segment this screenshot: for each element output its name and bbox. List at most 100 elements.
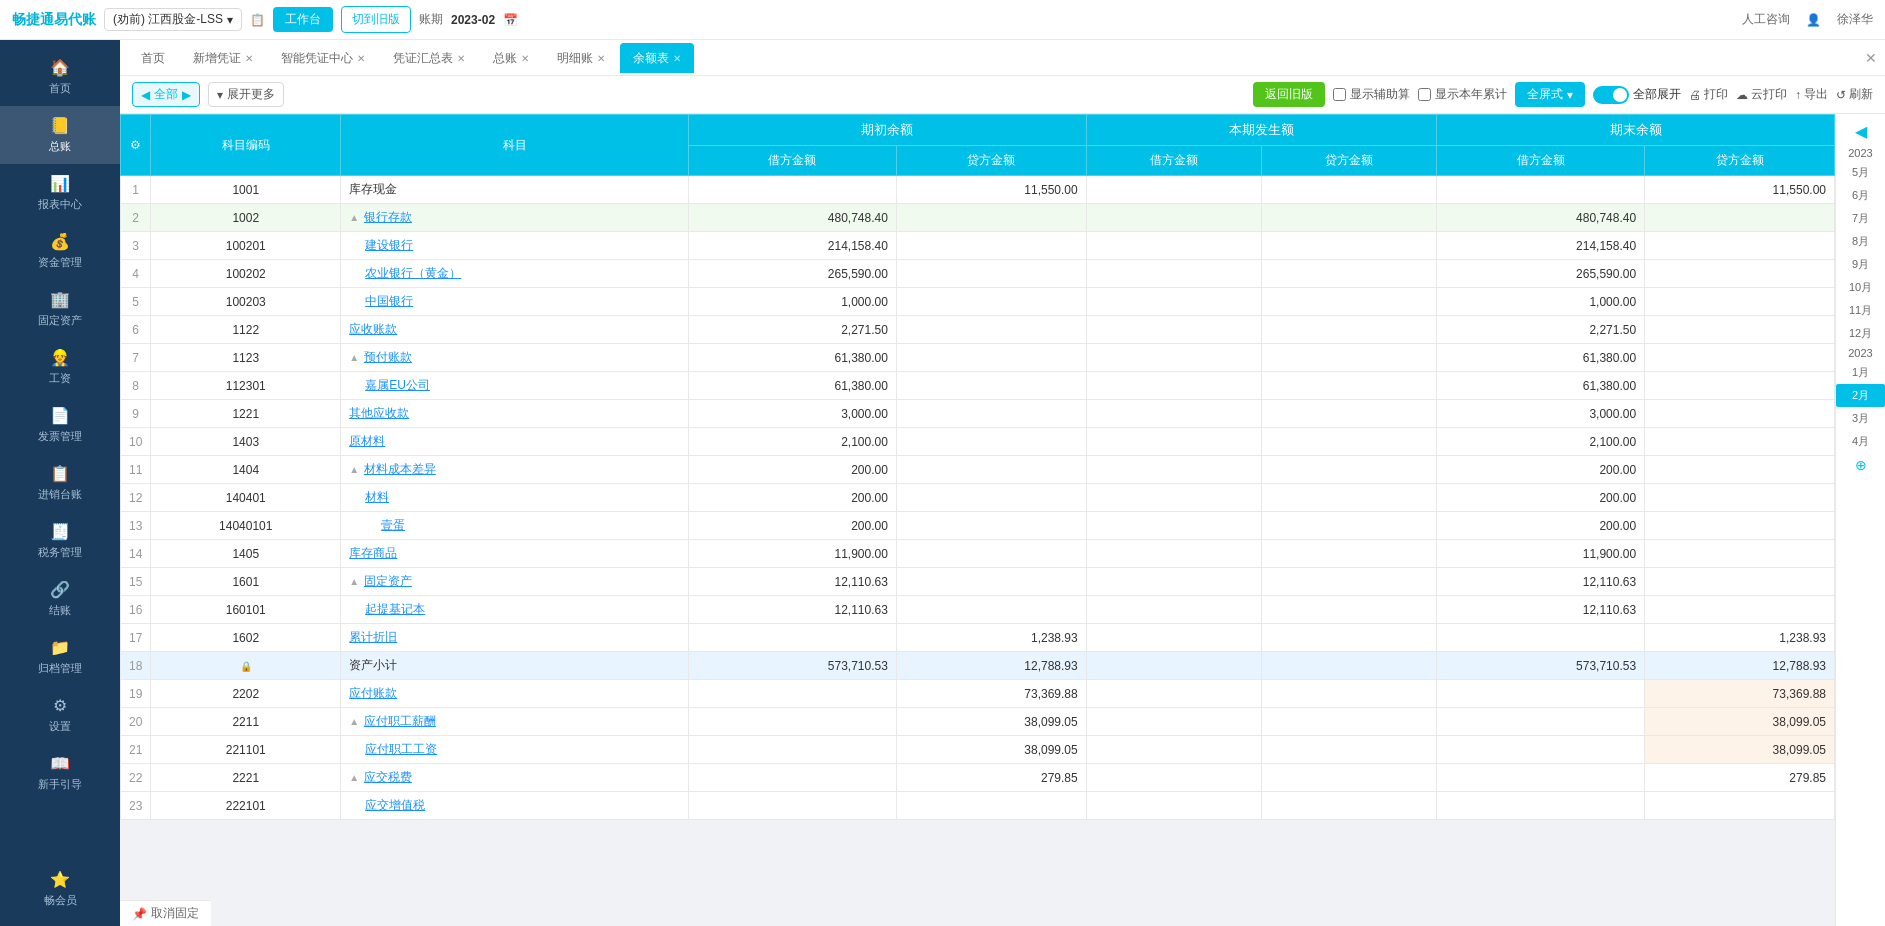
month-9[interactable]: 9月 (1836, 253, 1885, 276)
expand-icon[interactable]: ▲ (349, 716, 362, 727)
row-amount (1645, 316, 1835, 344)
show-ytd-input[interactable] (1418, 88, 1431, 101)
table-body: 11001库存现金11,550.0011,550.0021002▲ 银行存款48… (121, 176, 1835, 820)
row-name[interactable]: ▲ 固定资产 (341, 568, 689, 596)
tab-voucher-summary[interactable]: 凭证汇总表 ✕ (380, 43, 478, 73)
row-name[interactable]: 起提基记本 (341, 596, 689, 624)
row-name[interactable]: 壹蛋 (341, 512, 689, 540)
sidebar-item-tax[interactable]: 🧾 税务管理 (0, 512, 120, 570)
month-11[interactable]: 11月 (1836, 299, 1885, 322)
sidebar-item-archive[interactable]: 📁 归档管理 (0, 628, 120, 686)
expand-icon[interactable]: ▲ (349, 352, 362, 363)
workbench-button[interactable]: 工作台 (273, 7, 333, 32)
switch-version-button[interactable]: 切到旧版 (341, 6, 411, 33)
tab-detail-ledger[interactable]: 明细账 ✕ (544, 43, 618, 73)
row-name[interactable]: ▲ 银行存款 (341, 204, 689, 232)
sidebar-item-close[interactable]: 🔗 结账 (0, 570, 120, 628)
export-button[interactable]: ↑ 导出 (1795, 86, 1828, 103)
tab-new-voucher[interactable]: 新增凭证 ✕ (180, 43, 266, 73)
row-code: 100202 (151, 260, 341, 288)
show-aux-checkbox[interactable]: 显示辅助算 (1333, 86, 1410, 103)
close-all-tabs[interactable]: ✕ (1865, 50, 1877, 66)
sidebar-expand-icon[interactable]: ◀ (1855, 122, 1867, 141)
row-name[interactable]: ▲ 应付职工薪酬 (341, 708, 689, 736)
row-amount (1262, 344, 1437, 372)
row-amount (896, 792, 1086, 820)
tab-general-ledger[interactable]: 总账 ✕ (480, 43, 542, 73)
sidebar-item-reports[interactable]: 📊 报表中心 (0, 164, 120, 222)
month-6[interactable]: 6月 (1836, 184, 1885, 207)
month-10[interactable]: 10月 (1836, 276, 1885, 299)
expand-icon[interactable]: ▲ (349, 212, 362, 223)
sidebar-item-invoice[interactable]: 📄 发票管理 (0, 396, 120, 454)
row-name[interactable]: 建设银行 (341, 232, 689, 260)
month-4[interactable]: 4月 (1836, 430, 1885, 453)
print-button[interactable]: 🖨 打印 (1689, 86, 1728, 103)
user-name[interactable]: 徐泽华 (1837, 11, 1873, 28)
tab-smart-voucher[interactable]: 智能凭证中心 ✕ (268, 43, 378, 73)
show-aux-input[interactable] (1333, 88, 1346, 101)
row-name[interactable]: 材料 (341, 484, 689, 512)
return-old-version-button[interactable]: 返回旧版 (1253, 82, 1325, 107)
sidebar-item-ledger[interactable]: 📒 总账 (0, 106, 120, 164)
tab-smart-voucher-close[interactable]: ✕ (357, 53, 365, 64)
month-12[interactable]: 12月 (1836, 322, 1885, 345)
filter-all-button[interactable]: ◀ 全部 ▶ (132, 82, 200, 107)
row-amount (1086, 568, 1261, 596)
cloud-print-button[interactable]: ☁ 云打印 (1736, 86, 1787, 103)
expand-icon[interactable]: ▲ (349, 576, 362, 587)
toggle-switch[interactable] (1593, 86, 1629, 104)
row-name[interactable]: 库存商品 (341, 540, 689, 568)
row-name[interactable]: 其他应收款 (341, 400, 689, 428)
tab-balance-close[interactable]: ✕ (673, 53, 681, 64)
row-name[interactable]: 农业银行（黄金） (341, 260, 689, 288)
month-3[interactable]: 3月 (1836, 407, 1885, 430)
month-8[interactable]: 8月 (1836, 230, 1885, 253)
th-config[interactable]: ⚙ (121, 115, 151, 176)
sidebar-item-guide[interactable]: 📖 新手引导 (0, 744, 120, 802)
row-name[interactable]: 应交增值税 (341, 792, 689, 820)
sidebar-item-assets[interactable]: 🏢 固定资产 (0, 280, 120, 338)
sidebar-item-salary[interactable]: 👷 工资 (0, 338, 120, 396)
row-code: 2211 (151, 708, 341, 736)
expand-more-button[interactable]: ▾ 展开更多 (208, 82, 284, 107)
consult-label[interactable]: 人工咨询 (1742, 11, 1790, 28)
sidebar-item-home[interactable]: 🏠 首页 (0, 48, 120, 106)
row-name[interactable]: ▲ 预付账款 (341, 344, 689, 372)
row-name[interactable]: 中国银行 (341, 288, 689, 316)
tab-home[interactable]: 首页 (128, 43, 178, 73)
row-num: 5 (121, 288, 151, 316)
row-name[interactable]: 原材料 (341, 428, 689, 456)
refresh-button[interactable]: ↺ 刷新 (1836, 86, 1873, 103)
row-num: 23 (121, 792, 151, 820)
show-ytd-checkbox[interactable]: 显示本年累计 (1418, 86, 1507, 103)
month-1[interactable]: 1月 (1836, 361, 1885, 384)
tab-general-ledger-close[interactable]: ✕ (521, 53, 529, 64)
calendar-icon[interactable]: 📅 (503, 13, 518, 27)
full-mode-button[interactable]: 全屏式 ▾ (1515, 82, 1585, 107)
row-name[interactable]: 应付职工工资 (341, 736, 689, 764)
month-2[interactable]: 2月 (1836, 384, 1885, 407)
month-7[interactable]: 7月 (1836, 207, 1885, 230)
tab-detail-ledger-close[interactable]: ✕ (597, 53, 605, 64)
expand-icon[interactable]: ▲ (349, 464, 362, 475)
sidebar-item-member[interactable]: ⭐ 畅会员 (0, 860, 120, 918)
sidebar-item-settings[interactable]: ⚙ 设置 (0, 686, 120, 744)
row-name[interactable]: 累计折旧 (341, 624, 689, 652)
tab-voucher-summary-close[interactable]: ✕ (457, 53, 465, 64)
month-5[interactable]: 5月 (1836, 161, 1885, 184)
sidebar-item-sales[interactable]: 📋 进销台账 (0, 454, 120, 512)
tab-new-voucher-close[interactable]: ✕ (245, 53, 253, 64)
row-name[interactable]: 应收账款 (341, 316, 689, 344)
copy-icon[interactable]: 📋 (250, 13, 265, 27)
tab-balance[interactable]: 余额表 ✕ (620, 43, 694, 73)
row-name[interactable]: ▲ 应交税费 (341, 764, 689, 792)
row-amount (896, 232, 1086, 260)
row-name[interactable]: 应付账款 (341, 680, 689, 708)
add-period-icon[interactable]: ⊕ (1855, 453, 1867, 477)
row-name[interactable]: 嘉属EU公司 (341, 372, 689, 400)
sidebar-item-capital[interactable]: 💰 资金管理 (0, 222, 120, 280)
company-selector[interactable]: (劝前) 江西股金-LSS ▾ (104, 8, 242, 31)
expand-icon[interactable]: ▲ (349, 772, 362, 783)
row-name[interactable]: ▲ 材料成本差异 (341, 456, 689, 484)
